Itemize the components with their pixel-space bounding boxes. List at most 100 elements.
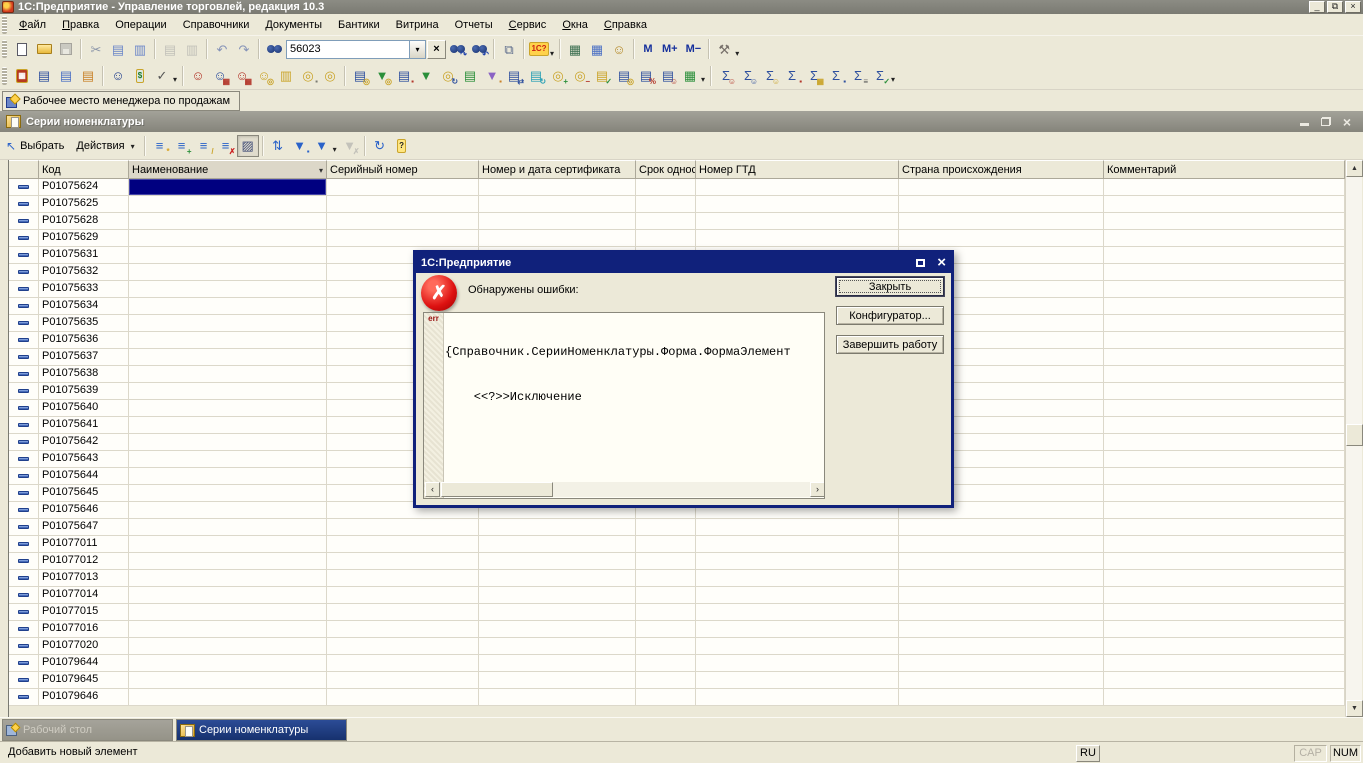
cell[interactable] [327,570,479,587]
menu-item-6[interactable]: Витрина [388,16,447,34]
code-cell[interactable]: P01077016 [39,621,129,638]
cell[interactable] [1104,264,1345,281]
undo-icon[interactable]: ↶ [211,38,233,60]
row-marker-cell[interactable] [9,247,39,264]
row-marker-cell[interactable] [9,587,39,604]
cell[interactable] [1104,281,1345,298]
cell[interactable] [636,587,696,604]
cell[interactable] [636,196,696,213]
row-marker-cell[interactable] [9,638,39,655]
report-money-icon[interactable]: Σ ▦ [803,65,825,87]
code-cell[interactable]: P01075644 [39,468,129,485]
restore-button[interactable]: ⧉ [1327,1,1343,13]
cell[interactable] [1104,587,1345,604]
scrollbar-thumb[interactable] [1346,424,1363,446]
dialog-maximize-button[interactable] [916,259,926,267]
cell[interactable] [327,638,479,655]
copy-icon[interactable]: ▤ [107,38,129,60]
cell[interactable] [899,655,1104,672]
cell[interactable] [636,638,696,655]
search-input[interactable] [287,41,409,57]
cell[interactable] [479,553,636,570]
menubar-drag-handle[interactable] [2,15,7,34]
customer-order-icon[interactable]: ☺ ▦ [209,65,231,87]
cell[interactable] [899,553,1104,570]
cell[interactable] [1104,434,1345,451]
column-header-0[interactable] [9,160,39,179]
code-cell[interactable]: P01075629 [39,230,129,247]
coins-icon[interactable]: ◎ [319,65,341,87]
code-cell[interactable]: P01075642 [39,434,129,451]
code-cell[interactable]: P01075641 [39,417,129,434]
code-cell[interactable]: P01075647 [39,519,129,536]
refresh-icon[interactable]: ↻ [369,135,391,157]
add-money-icon[interactable]: ◎ + [547,65,569,87]
actions-button[interactable]: Действия ▾ [70,135,140,157]
redo-icon[interactable]: ↷ [233,38,255,60]
cell[interactable] [636,655,696,672]
cell[interactable] [479,655,636,672]
payment-confirm-icon[interactable]: ▤ ✓ [591,65,613,87]
error-text-box[interactable]: err {Справочник.СерииНоменклатуры.Форма.… [423,312,825,499]
cell[interactable] [636,536,696,553]
row-marker-cell[interactable] [9,672,39,689]
cell[interactable] [636,213,696,230]
cell[interactable] [1104,570,1345,587]
row-marker-cell[interactable] [9,689,39,706]
report-orders-icon[interactable]: Σ ▪ [825,65,847,87]
report-list-icon[interactable]: Σ ≡ [847,65,869,87]
table-vertical-scrollbar[interactable]: ▲ ▼ [1345,160,1363,717]
cell[interactable] [1104,315,1345,332]
row-marker-cell[interactable] [9,519,39,536]
cell[interactable] [1104,638,1345,655]
row-marker-cell[interactable] [9,332,39,349]
column-header-5[interactable]: Срок однос... [636,160,696,179]
cell[interactable] [636,621,696,638]
column-header-7[interactable]: Страна происхождения [899,160,1104,179]
cell[interactable] [129,179,327,196]
windows-icon[interactable]: ⧉ [498,38,520,60]
cell[interactable] [479,621,636,638]
error-horizontal-scrollbar[interactable]: ‹ › [425,482,824,497]
code-cell[interactable]: P01075643 [39,451,129,468]
cell[interactable] [1104,536,1345,553]
row-marker-cell[interactable] [9,604,39,621]
toolbar-drag-handle[interactable] [2,66,7,85]
help-icon[interactable]: ? [391,135,413,157]
cell[interactable] [636,179,696,196]
cell[interactable] [1104,485,1345,502]
cell[interactable] [129,417,327,434]
row-marker-cell[interactable] [9,502,39,519]
sign-document-icon[interactable]: ✓ [151,65,173,87]
row-marker-cell[interactable] [9,553,39,570]
cell[interactable] [696,587,899,604]
select-button[interactable]: ↖ Выбрать [0,135,70,157]
cell[interactable] [1104,179,1345,196]
cell[interactable] [1104,604,1345,621]
cell[interactable] [129,281,327,298]
sales-report-icon[interactable]: ▤ [33,65,55,87]
menu-item-3[interactable]: Справочники [175,16,258,34]
remove-money-icon[interactable]: ◎ − [569,65,591,87]
cell[interactable] [696,570,899,587]
orders-report-icon[interactable]: ▤ [77,65,99,87]
row-marker-cell[interactable] [9,298,39,315]
code-cell[interactable]: P01075635 [39,315,129,332]
row-marker-cell[interactable] [9,315,39,332]
transfer-icon[interactable]: ▼ [415,65,437,87]
open-icon[interactable] [33,38,55,60]
help-1c-icon[interactable]: 1С? [528,38,550,60]
cell[interactable] [1104,502,1345,519]
row-marker-cell[interactable] [9,366,39,383]
cell[interactable] [129,315,327,332]
cell[interactable] [1104,400,1345,417]
calculator-icon[interactable]: ▦ [564,38,586,60]
writeoff-icon[interactable]: ▼ ▪ [481,65,503,87]
cash-receipt-icon[interactable]: ◎ ▪ [297,65,319,87]
child-minimize-button[interactable] [1299,123,1309,126]
cell[interactable] [479,519,636,536]
cell[interactable] [129,434,327,451]
cell[interactable] [129,655,327,672]
cell[interactable] [479,536,636,553]
search-dropdown-button[interactable]: ▾ [409,40,425,58]
